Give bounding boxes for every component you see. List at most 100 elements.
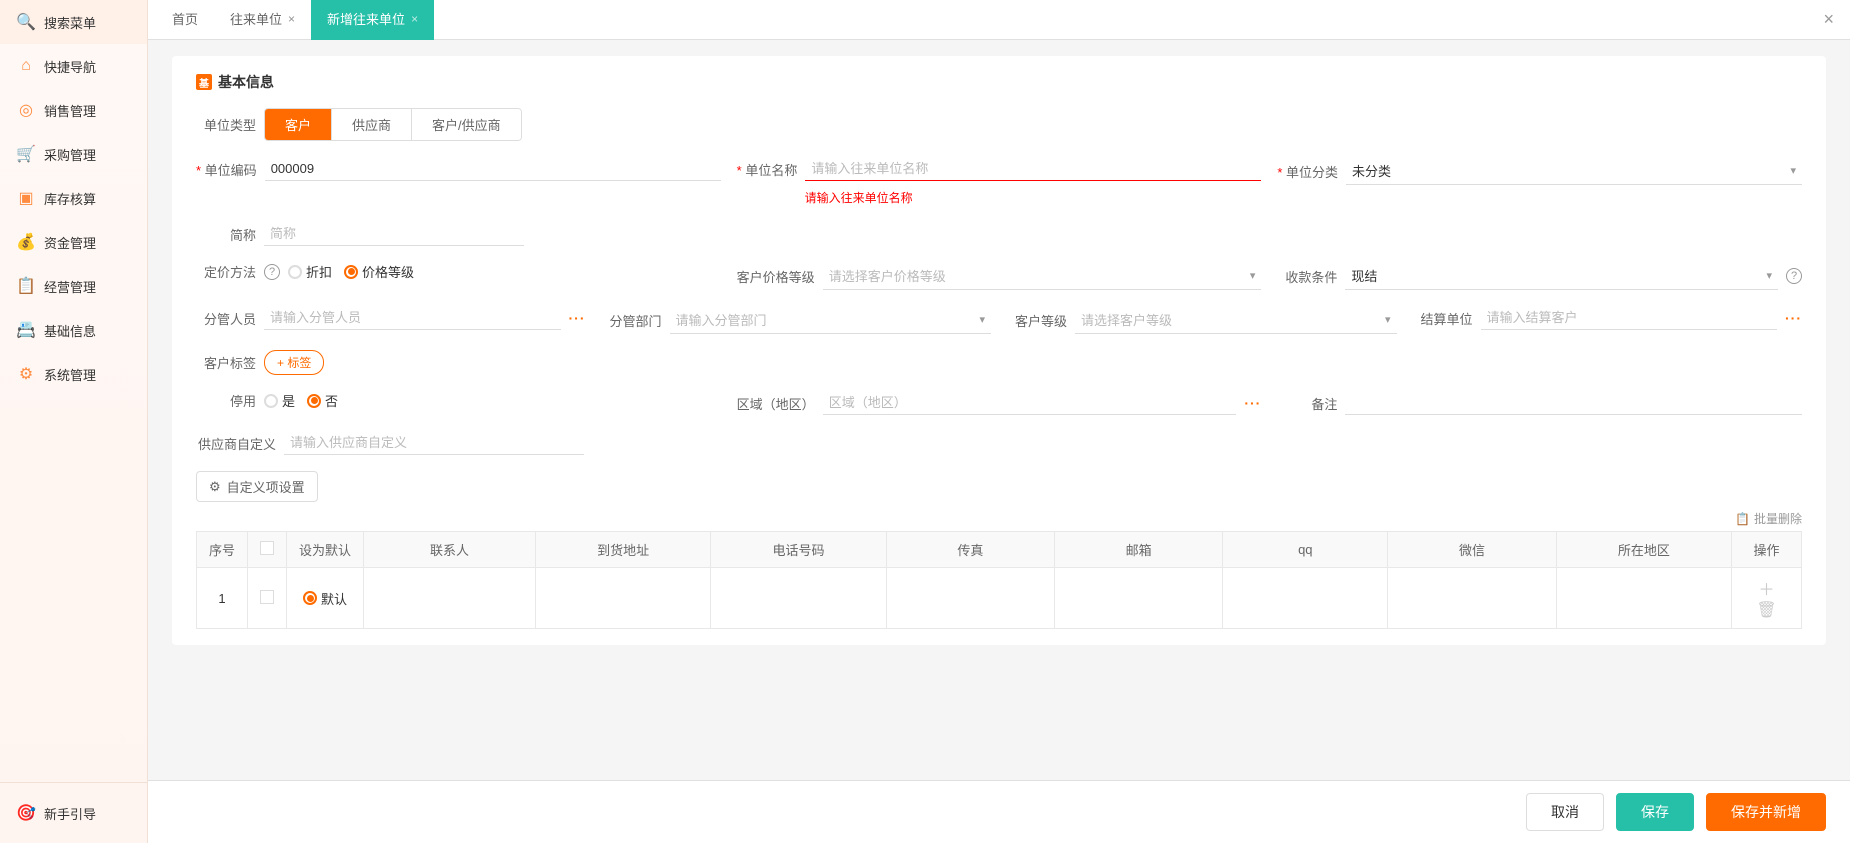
pricing-price-level-radio[interactable] bbox=[344, 265, 358, 279]
tab-contacts-label: 往来单位 bbox=[230, 9, 282, 28]
customer-level-label: 客户等级 bbox=[1007, 311, 1067, 330]
window-close-button[interactable]: × bbox=[1815, 9, 1842, 30]
manager-more-icon[interactable]: ··· bbox=[569, 310, 586, 326]
row-select-checkbox[interactable] bbox=[260, 590, 274, 604]
row-phone-input[interactable] bbox=[723, 587, 873, 610]
supplier-custom-input[interactable] bbox=[284, 431, 584, 455]
billing-unit-input[interactable] bbox=[1481, 306, 1778, 330]
sidebar-item-system[interactable]: ⚙ 系统管理 bbox=[0, 352, 147, 396]
pricing-discount-option[interactable]: 折扣 bbox=[288, 262, 332, 281]
manager-input[interactable] bbox=[264, 306, 561, 330]
note-input[interactable] bbox=[1345, 391, 1802, 415]
pricing-price-level-option[interactable]: 价格等级 bbox=[344, 262, 414, 281]
custom-settings-button[interactable]: ⚙ 自定义项设置 bbox=[196, 471, 318, 502]
operations-icon: 📋 bbox=[16, 276, 36, 296]
disabled-yes-label: 是 bbox=[282, 391, 295, 410]
disabled-no-radio[interactable] bbox=[307, 394, 321, 408]
disabled-no-label: 否 bbox=[325, 391, 338, 410]
unit-code-input[interactable] bbox=[265, 157, 721, 181]
unit-category-value: 未分类 bbox=[1352, 161, 1391, 180]
row-contact-input[interactable] bbox=[376, 587, 523, 610]
save-button[interactable]: 保存 bbox=[1616, 793, 1694, 831]
section-title-icon: 基 bbox=[196, 74, 212, 90]
billing-unit-more-icon[interactable]: ··· bbox=[1785, 310, 1802, 326]
sidebar-item-finance[interactable]: 💰 资金管理 bbox=[0, 220, 147, 264]
sidebar-item-quick-nav[interactable]: ⌂ 快捷导航 bbox=[0, 44, 147, 88]
sidebar-purchase-label: 采购管理 bbox=[44, 145, 96, 164]
unit-code-label: 单位编码 bbox=[196, 160, 257, 179]
row-default: 默认 bbox=[287, 568, 364, 629]
add-tag-button[interactable]: + 标签 bbox=[264, 350, 324, 375]
disabled-yes-radio[interactable] bbox=[264, 394, 278, 408]
sidebar-item-basic-info[interactable]: 📇 基础信息 bbox=[0, 308, 147, 352]
pricing-discount-radio[interactable] bbox=[288, 265, 302, 279]
disabled-group: 停用 是 否 bbox=[196, 391, 721, 410]
batch-delete-area[interactable]: 📋 批量删除 bbox=[196, 510, 1802, 527]
customer-price-level-label: 客户价格等级 bbox=[737, 267, 815, 286]
row-index: 1 bbox=[197, 568, 248, 629]
save-and-new-button[interactable]: 保存并新增 bbox=[1706, 793, 1826, 831]
sidebar-inventory-label: 库存核算 bbox=[44, 189, 96, 208]
row-region-input[interactable] bbox=[1569, 587, 1719, 610]
pricing-method-group: 定价方法 ? 折扣 价格等级 bbox=[196, 262, 721, 281]
row-email-input[interactable] bbox=[1067, 587, 1210, 610]
pricing-price-level-label: 价格等级 bbox=[362, 262, 414, 281]
sidebar-item-operations[interactable]: 📋 经营管理 bbox=[0, 264, 147, 308]
payment-terms-select[interactable]: 现结 ▾ bbox=[1345, 262, 1778, 290]
region-group: 区域（地区） ··· bbox=[737, 391, 1262, 415]
select-all-checkbox[interactable] bbox=[260, 541, 274, 555]
section-title-text: 基本信息 bbox=[218, 72, 274, 92]
sidebar-item-new-guide[interactable]: 🎯 新手引导 bbox=[0, 791, 147, 835]
type-btn-both[interactable]: 客户/供应商 bbox=[412, 109, 521, 140]
unit-category-chevron: ▾ bbox=[1790, 164, 1796, 177]
payment-help-icon[interactable]: ? bbox=[1786, 268, 1802, 284]
type-btn-supplier[interactable]: 供应商 bbox=[332, 109, 412, 140]
unit-name-row: 单位名称 bbox=[737, 157, 1262, 181]
tab-contacts-close[interactable]: × bbox=[288, 12, 295, 26]
row-default-option[interactable]: 默认 bbox=[299, 589, 351, 608]
disabled-no-option[interactable]: 否 bbox=[307, 391, 338, 410]
type-btn-customer[interactable]: 客户 bbox=[265, 109, 332, 140]
billing-unit-label: 结算单位 bbox=[1413, 309, 1473, 328]
tab-contacts[interactable]: 往来单位 × bbox=[214, 0, 311, 40]
pricing-help-icon[interactable]: ? bbox=[264, 264, 280, 280]
row-qq-input[interactable] bbox=[1235, 587, 1375, 610]
sidebar: 🔍 搜索菜单 ⌂ 快捷导航 ◎ 销售管理 🛒 采购管理 ▣ 库存核算 💰 资金管… bbox=[0, 0, 148, 843]
col-address: 到货地址 bbox=[535, 532, 710, 568]
row-action: ＋ 🗑 bbox=[1732, 568, 1802, 629]
disabled-yes-option[interactable]: 是 bbox=[264, 391, 295, 410]
row-default-radio[interactable] bbox=[303, 591, 317, 605]
region-input[interactable] bbox=[823, 391, 1237, 415]
unit-category-select[interactable]: 未分类 ▾ bbox=[1346, 157, 1802, 185]
row-add-icon[interactable]: ＋ bbox=[1756, 582, 1778, 599]
row-address-input[interactable] bbox=[548, 587, 698, 610]
department-select[interactable]: 请输入分管部门 ▾ bbox=[670, 306, 992, 334]
pricing-row: 定价方法 ? 折扣 价格等级 客户价格等级 bbox=[196, 262, 1802, 290]
sidebar-item-inventory[interactable]: ▣ 库存核算 bbox=[0, 176, 147, 220]
sidebar-item-search[interactable]: 🔍 搜索菜单 bbox=[0, 0, 147, 44]
sidebar-item-purchase[interactable]: 🛒 采购管理 bbox=[0, 132, 147, 176]
tab-home[interactable]: 首页 bbox=[156, 0, 214, 40]
abbr-input[interactable] bbox=[264, 222, 524, 246]
sidebar-item-sales[interactable]: ◎ 销售管理 bbox=[0, 88, 147, 132]
row-delete-icon[interactable]: 🗑 bbox=[1753, 602, 1779, 619]
tab-new-contact-close[interactable]: × bbox=[411, 12, 418, 26]
customer-price-level-chevron: ▾ bbox=[1250, 269, 1256, 282]
row-fax-input[interactable] bbox=[899, 587, 1042, 610]
region-more-icon[interactable]: ··· bbox=[1244, 395, 1261, 411]
row-default-label: 默认 bbox=[321, 589, 347, 608]
customer-level-select[interactable]: 请选择客户等级 ▾ bbox=[1075, 306, 1397, 334]
sidebar-basic-info-label: 基础信息 bbox=[44, 321, 96, 340]
unit-type-group: 单位类型 客户 供应商 客户/供应商 bbox=[196, 108, 1802, 141]
tab-new-contact[interactable]: 新增往来单位 × bbox=[311, 0, 434, 40]
tab-home-label: 首页 bbox=[172, 9, 198, 28]
col-checkbox bbox=[248, 532, 287, 568]
manager-group: 分管人员 ··· bbox=[196, 306, 586, 330]
row-wechat-input[interactable] bbox=[1400, 587, 1543, 610]
region-label: 区域（地区） bbox=[737, 394, 815, 413]
disabled-label: 停用 bbox=[196, 391, 256, 410]
customer-price-level-select[interactable]: 请选择客户价格等级 ▾ bbox=[823, 262, 1262, 290]
unit-name-input[interactable] bbox=[805, 157, 1261, 181]
cancel-button[interactable]: 取消 bbox=[1526, 793, 1604, 831]
sidebar-quick-nav-label: 快捷导航 bbox=[44, 57, 96, 76]
